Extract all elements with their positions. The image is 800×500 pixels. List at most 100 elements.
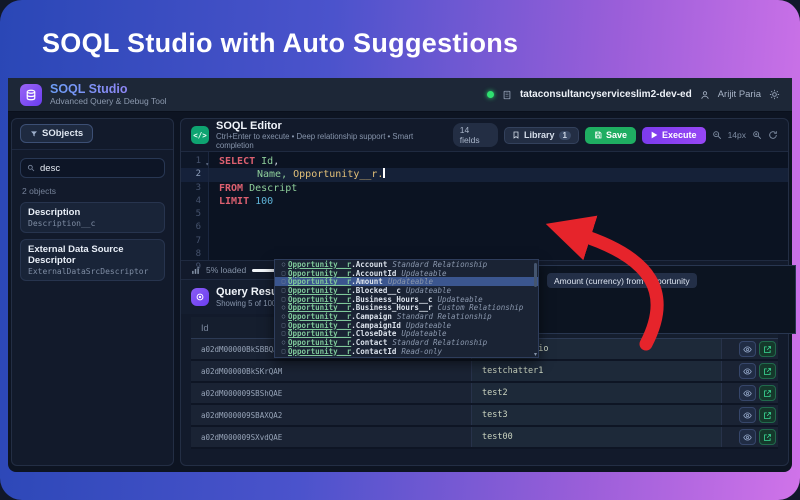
cell-id: a02dM000009SXvdQAE	[191, 427, 471, 447]
open-record-button[interactable]	[759, 407, 776, 423]
view-record-button[interactable]	[739, 385, 756, 401]
suggestion-item[interactable]: ○ Opportunity__r.Business_Hours__r Custo…	[275, 303, 538, 312]
external-link-icon	[763, 411, 772, 420]
text-cursor	[383, 168, 385, 178]
suggestion-item[interactable]: ○ Opportunity__r.Contact Standard Relati…	[275, 338, 538, 347]
editor-title: SOQL Editor	[216, 120, 453, 133]
suggestion-item[interactable]: □ Opportunity__r.Blocked__c Updateable	[275, 286, 538, 295]
line-number: 4	[181, 195, 208, 208]
library-count-badge: 1	[559, 131, 571, 140]
user-icon	[700, 90, 710, 100]
eye-icon	[743, 367, 752, 376]
play-icon	[651, 131, 658, 139]
line-number: 6	[181, 221, 208, 234]
suggestion-kind-icon: □	[279, 278, 288, 285]
code-editor[interactable]: 1▾23456789 SELECT Id, Name, Opportunity_…	[181, 152, 788, 260]
app-window: SOQL Studio Advanced Query & Debug Tool …	[8, 78, 792, 472]
library-button[interactable]: Library 1	[504, 127, 579, 144]
sobject-search-value: desc	[40, 163, 60, 174]
org-name: tataconsultancyserviceslim2-dev-ed	[520, 89, 692, 100]
suggestion-item[interactable]: □ Opportunity__r.CampaignId Updateable	[275, 321, 538, 330]
suggestion-item[interactable]: ○ Opportunity__r.Campaign Standard Relat…	[275, 312, 538, 321]
open-record-button[interactable]	[759, 429, 776, 445]
tab-sobjects[interactable]: SObjects	[20, 124, 93, 143]
suggestion-kind-icon: ○	[279, 304, 288, 311]
table-row: a02dM000009SBAXQA2 test3	[191, 405, 778, 427]
cell-id: a02dM000009SBAXQA2	[191, 405, 471, 425]
editor-subtitle: Ctrl+Enter to execute • Deep relationshi…	[216, 132, 453, 150]
view-record-button[interactable]	[739, 341, 756, 357]
suggestion-item[interactable]: □ Opportunity__r.Amount Updateable	[275, 277, 538, 286]
app-logo-database-icon	[20, 84, 42, 106]
execute-button[interactable]: Execute	[642, 127, 706, 144]
external-link-icon	[763, 389, 772, 398]
view-record-button[interactable]	[739, 363, 756, 379]
line-number: 7	[181, 235, 208, 248]
connection-status-dot	[487, 91, 494, 98]
line-number: 9	[181, 261, 208, 274]
code-line-1: SELECT Id,	[209, 155, 788, 168]
object-list: Description Description__c External Data…	[12, 202, 173, 281]
view-record-button[interactable]	[739, 407, 756, 423]
sobject-search-input[interactable]: desc	[20, 158, 165, 178]
editor-header: </> SOQL Editor Ctrl+Enter to execute • …	[181, 119, 788, 152]
external-link-icon	[763, 367, 772, 376]
suggestion-kind-icon: □	[279, 322, 288, 329]
sobject-api-name: ExternalDataSrcDescriptor	[28, 267, 157, 276]
sobject-label: Description	[28, 207, 157, 218]
suggestion-doc-text: Amount (currency) from Opportunity	[547, 273, 697, 288]
font-size-label: 14px	[728, 130, 746, 140]
open-record-button[interactable]	[759, 385, 776, 401]
dropdown-scrollbar[interactable]	[534, 263, 537, 287]
code-area: SELECT Id, Name, Opportunity__r. FROM De…	[209, 152, 788, 260]
view-record-button[interactable]	[739, 429, 756, 445]
reset-font-button[interactable]	[768, 130, 778, 140]
open-record-button[interactable]	[759, 341, 776, 357]
code-line-3: FROM Descript	[209, 182, 788, 195]
app-title: SOQL Studio	[50, 83, 167, 97]
sobjects-sidebar: SObjects desc 2 objects Description Desc…	[11, 118, 174, 466]
suggestion-item[interactable]: □ Opportunity__r.AccountId Updateable	[275, 269, 538, 278]
save-button[interactable]: Save	[585, 127, 636, 144]
app-header: SOQL Studio Advanced Query & Debug Tool …	[8, 78, 792, 112]
external-link-icon	[763, 345, 772, 354]
suggestion-item[interactable]: ○ Opportunity__r.Account Standard Relati…	[275, 260, 538, 269]
suggestion-kind-icon: ○	[279, 261, 288, 268]
banner-title: SOQL Studio with Auto Suggestions	[42, 28, 518, 59]
scroll-down-arrow[interactable]: ▾	[534, 351, 537, 358]
autocomplete-dropdown: ○ Opportunity__r.Account Standard Relati…	[274, 259, 539, 358]
line-number: 2	[181, 168, 208, 181]
table-row: a02dM00000BkSKrQAM testchatter1	[191, 361, 778, 383]
cell-name: testchatter1	[471, 361, 722, 381]
suggestion-item[interactable]: □ Opportunity__r.Business_Hours__c Updat…	[275, 295, 538, 304]
funnel-icon	[30, 130, 38, 138]
cell-name: test2	[471, 383, 722, 403]
sobject-card[interactable]: Description Description__c	[20, 202, 165, 233]
open-record-button[interactable]	[759, 363, 776, 379]
line-number: 1▾	[181, 155, 208, 168]
suggestion-docs-panel: Amount (currency) from Opportunity	[538, 265, 796, 334]
sobject-card[interactable]: External Data Source Descriptor External…	[20, 239, 165, 281]
font-decrease-button[interactable]	[712, 130, 722, 140]
suggestion-kind-icon: □	[279, 330, 288, 337]
theme-toggle-sun-icon[interactable]	[769, 89, 780, 100]
suggestion-kind-icon: □	[279, 296, 288, 303]
editor-gutter: 1▾23456789	[181, 152, 209, 260]
sobject-label: External Data Source Descriptor	[28, 244, 157, 266]
sobject-api-name: Description__c	[28, 219, 157, 228]
table-row: a02dM000009SBShQAE test2	[191, 383, 778, 405]
suggestion-item[interactable]: □ Opportunity__r.CloseDate Updateable	[275, 330, 538, 339]
app-tagline: Advanced Query & Debug Tool	[50, 96, 167, 106]
gradient-frame: SOQL Studio with Auto Suggestions SOQL S…	[0, 0, 800, 500]
eye-icon	[743, 389, 752, 398]
cell-id: a02dM00000BkSKrQAM	[191, 361, 471, 381]
suggestion-kind-icon: ○	[279, 313, 288, 320]
eye-icon	[743, 411, 752, 420]
suggestion-kind-icon: □	[279, 348, 288, 355]
suggestion-item[interactable]: □ Opportunity__r.ContactId Read-only	[275, 347, 538, 356]
external-link-icon	[763, 433, 772, 442]
search-icon	[27, 164, 35, 172]
font-increase-button[interactable]	[752, 130, 762, 140]
cell-name: test3	[471, 405, 722, 425]
bookmark-icon	[512, 131, 520, 139]
